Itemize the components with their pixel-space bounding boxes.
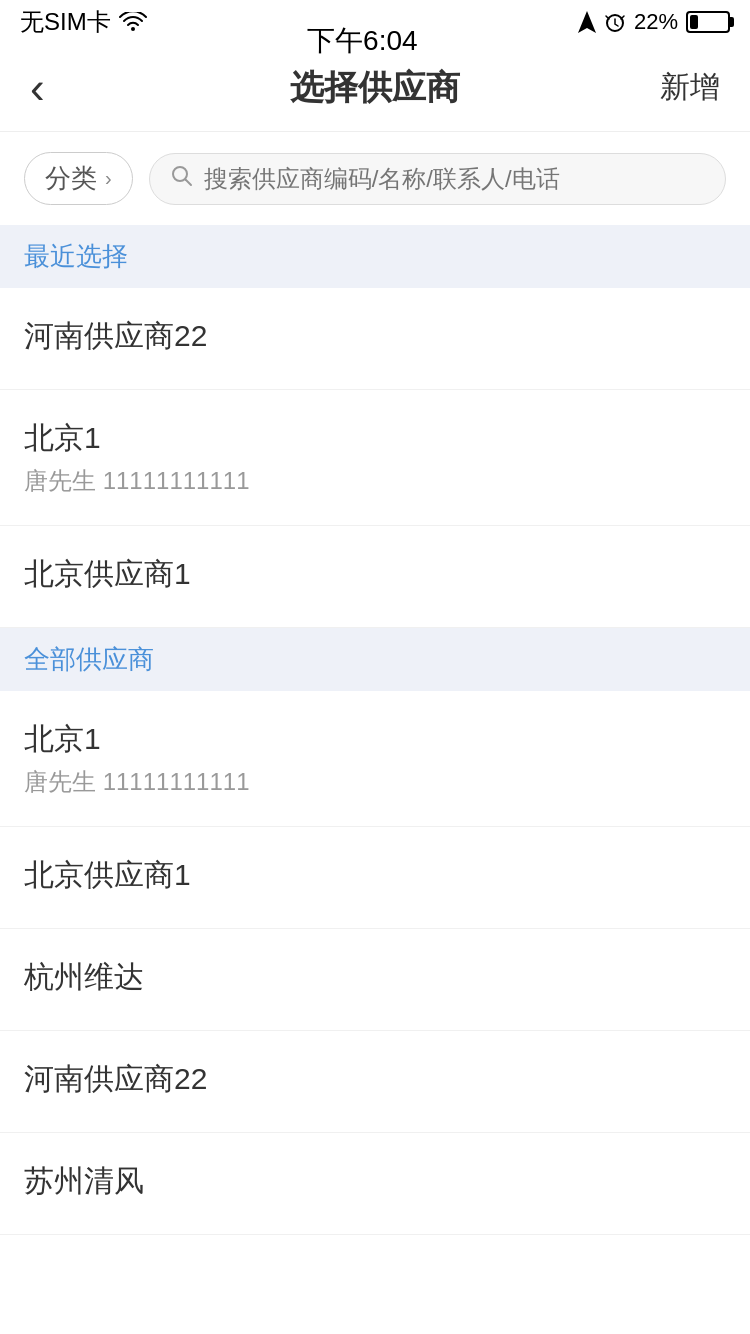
item-name: 河南供应商22 — [24, 1059, 726, 1100]
location-icon — [578, 11, 596, 33]
item-name: 杭州维达 — [24, 957, 726, 998]
item-name: 河南供应商22 — [24, 316, 726, 357]
all-list-item[interactable]: 苏州清风 — [0, 1133, 750, 1235]
search-input[interactable] — [204, 165, 705, 193]
battery-percentage: 22% — [634, 9, 678, 35]
item-name: 北京1 — [24, 418, 726, 459]
battery-icon — [686, 11, 730, 33]
item-name: 北京1 — [24, 719, 726, 760]
item-name: 苏州清风 — [24, 1161, 726, 1202]
all-items-list: 北京1 唐先生 11111111111 北京供应商1 杭州维达河南供应商22 苏州清风 — [0, 691, 750, 1235]
svg-point-0 — [131, 27, 135, 31]
recent-list-item[interactable]: 北京供应商1 — [0, 526, 750, 628]
all-list-item[interactable]: 河南供应商22 — [0, 1031, 750, 1133]
add-button[interactable]: 新增 — [660, 67, 720, 108]
all-list-item[interactable]: 杭州维达 — [0, 929, 750, 1031]
category-label: 分类 — [45, 161, 97, 196]
all-list-item[interactable]: 北京供应商1 — [0, 827, 750, 929]
status-left: 无SIM卡 — [20, 6, 147, 38]
status-right: 22% — [578, 9, 730, 35]
alarm-icon — [604, 11, 626, 33]
carrier-label: 无SIM卡 — [20, 6, 111, 38]
recent-list-item[interactable]: 河南供应商22 — [0, 288, 750, 390]
item-name: 北京供应商1 — [24, 855, 726, 896]
chevron-right-icon: › — [105, 167, 112, 190]
item-contact: 唐先生 11111111111 — [24, 465, 726, 497]
status-time: 下午6:04 — [307, 22, 418, 60]
all-list-item[interactable]: 北京1 唐先生 11111111111 — [0, 691, 750, 827]
item-contact: 唐先生 11111111111 — [24, 766, 726, 798]
back-button[interactable]: ‹ — [30, 63, 90, 113]
recent-section-header: 最近选择 — [0, 225, 750, 288]
all-section-header: 全部供应商 — [0, 628, 750, 691]
recent-items-list: 河南供应商22 北京1 唐先生 11111111111 北京供应商1 — [0, 288, 750, 628]
search-box[interactable] — [149, 153, 726, 205]
item-name: 北京供应商1 — [24, 554, 726, 595]
category-button[interactable]: 分类 › — [24, 152, 133, 205]
recent-list-item[interactable]: 北京1 唐先生 11111111111 — [0, 390, 750, 526]
filter-bar: 分类 › — [0, 132, 750, 225]
wifi-icon — [119, 12, 147, 32]
search-icon — [170, 164, 194, 194]
page-title: 选择供应商 — [290, 65, 460, 111]
status-bar: 无SIM卡 下午6:04 22% — [0, 0, 750, 44]
